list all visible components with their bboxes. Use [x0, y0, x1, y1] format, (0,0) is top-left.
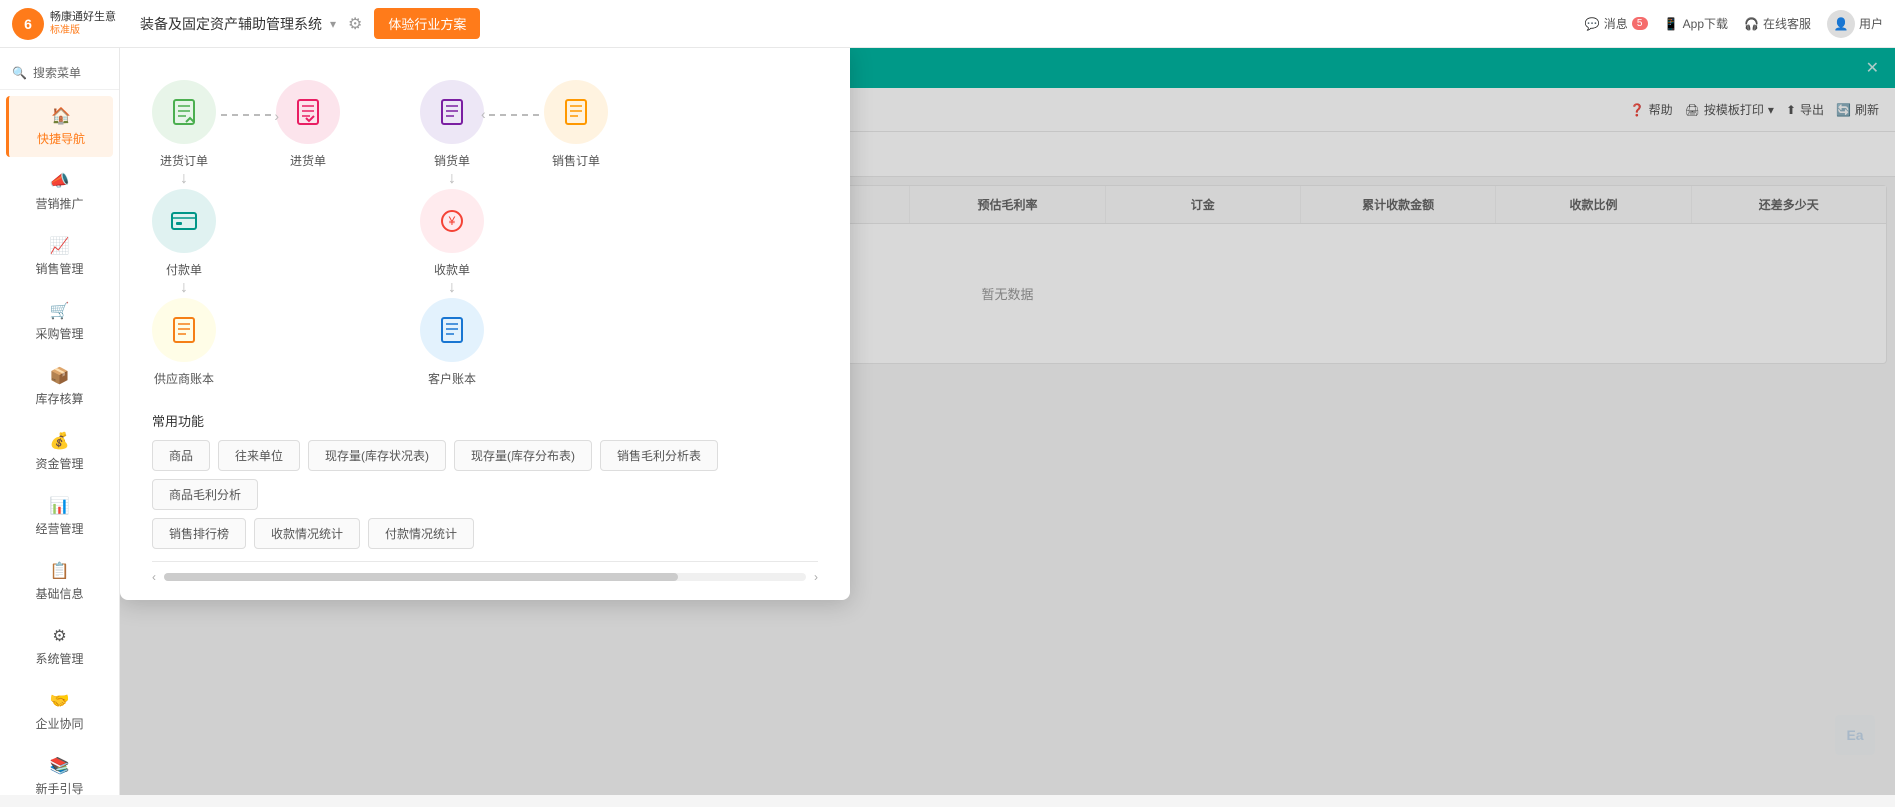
enterprise-icon: 🤝 — [50, 691, 70, 711]
cf-buttons-row1: 商品 往来单位 现存量(库存状况表) 现存量(库存分布表) 销售毛利分析表 商品… — [152, 440, 818, 510]
supplier-account-node[interactable]: 供应商账本 — [152, 298, 216, 387]
main-layout: 🔍 搜索菜单 🏠 快捷导航 📣 营销推广 📈 销售管理 🛒 采购管理 📦 库存核… — [0, 48, 1895, 795]
sales-order-label: 销售订单 — [552, 152, 600, 169]
cf-btn-sales-profit[interactable]: 销售毛利分析表 — [600, 440, 718, 471]
purchase-order-node[interactable]: 进货订单 — [152, 80, 216, 169]
purchase-order-circle — [152, 80, 216, 144]
receipt-circle: ¥ — [420, 189, 484, 253]
scroll-right-icon[interactable]: › — [814, 570, 818, 584]
sales-receipt-label: 销货单 — [434, 152, 470, 169]
sidebar-item-guide[interactable]: 📚 新手引导 — [6, 746, 113, 807]
payment-label: 付款单 — [166, 261, 202, 278]
message-icon: 💬 — [1585, 17, 1600, 31]
service-icon: 🎧 — [1744, 17, 1759, 31]
modal-scrollbar: ‹ › — [152, 561, 818, 584]
cf-btn-product-profit[interactable]: 商品毛利分析 — [152, 479, 258, 510]
sales-receipt-circle — [420, 80, 484, 144]
supplier-account-circle — [152, 298, 216, 362]
avatar: 👤 — [1827, 10, 1855, 38]
cf-btn-receipt-stats[interactable]: 收款情况统计 — [254, 518, 360, 549]
receipt-node[interactable]: ¥ 收款单 — [420, 189, 484, 278]
payment-circle — [152, 189, 216, 253]
purchase-order-label: 进货订单 — [160, 152, 208, 169]
cf-buttons-row2: 销售排行榜 收款情况统计 付款情况统计 — [152, 518, 818, 549]
cf-btn-stock-status[interactable]: 现存量(库存状况表) — [308, 440, 446, 471]
home-icon: 🏠 — [51, 106, 71, 126]
search-icon: 🔍 — [12, 66, 27, 80]
scroll-thumb — [164, 573, 678, 581]
sales-order-node[interactable]: 销售订单 — [544, 80, 608, 169]
system-icon: ⚙ — [52, 626, 66, 646]
logo-area: 6 畅康通好生意 标准版 — [12, 8, 132, 40]
app-icon: 📱 — [1664, 17, 1679, 31]
common-functions: 常用功能 商品 往来单位 现存量(库存状况表) 现存量(库存分布表) 销售毛利分… — [152, 411, 818, 549]
payment-node[interactable]: 付款单 — [152, 189, 216, 278]
sales-receipt-node[interactable]: 销货单 — [420, 80, 484, 169]
system-dropdown-icon[interactable]: ▾ — [330, 17, 336, 31]
svg-text:¥: ¥ — [448, 214, 456, 228]
user-button[interactable]: 👤 用户 — [1827, 10, 1883, 38]
search-menu-button[interactable]: 🔍 搜索菜单 — [0, 56, 119, 90]
cf-btn-payment-stats[interactable]: 付款情况统计 — [368, 518, 474, 549]
basic-info-icon: 📋 — [50, 561, 70, 581]
sidebar-item-purchase[interactable]: 🛒 采购管理 — [6, 291, 113, 352]
arrow-down-4: ↓ — [448, 280, 456, 296]
sidebar-item-system[interactable]: ⚙ 系统管理 — [6, 616, 113, 677]
sidebar-item-operations[interactable]: 📊 经营管理 — [6, 486, 113, 547]
sidebar-item-marketing[interactable]: 📣 营销推广 — [6, 161, 113, 222]
sidebar-item-sales[interactable]: 📈 销售管理 — [6, 226, 113, 287]
arrow-down-2: ↓ — [180, 280, 188, 296]
trial-button[interactable]: 体验行业方案 — [374, 8, 480, 39]
message-badge: 5 — [1632, 17, 1648, 30]
customer-account-circle — [420, 298, 484, 362]
sidebar-item-enterprise[interactable]: 🤝 企业协同 — [6, 681, 113, 742]
marketing-icon: 📣 — [50, 171, 70, 191]
common-functions-title: 常用功能 — [152, 411, 818, 430]
arrow-down-3: ↓ — [448, 171, 456, 187]
guide-icon: 📚 — [50, 756, 70, 776]
header-right: 💬 消息 5 📱 App下载 🎧 在线客服 👤 用户 — [1585, 10, 1883, 38]
inventory-icon: 📦 — [50, 366, 70, 386]
quick-nav-modal: 进货订单 ↓ 付款单 ↓ — [120, 48, 850, 600]
customer-account-node[interactable]: 客户账本 — [420, 298, 484, 387]
scroll-track[interactable] — [164, 573, 806, 581]
cf-btn-product[interactable]: 商品 — [152, 440, 210, 471]
purchase-receipt-label: 进货单 — [290, 152, 326, 169]
sidebar-item-inventory[interactable]: 📦 库存核算 — [6, 356, 113, 417]
message-button[interactable]: 💬 消息 5 — [1585, 15, 1648, 32]
top-header: 6 畅康通好生意 标准版 装备及固定资产辅助管理系统 ▾ ⚙ 体验行业方案 💬 … — [0, 0, 1895, 48]
operations-icon: 📊 — [50, 496, 70, 516]
sales-icon: 📈 — [50, 236, 70, 256]
app-download-button[interactable]: 📱 App下载 — [1664, 15, 1728, 32]
logo-icon: 6 — [12, 8, 44, 40]
online-service-button[interactable]: 🎧 在线客服 — [1744, 15, 1811, 32]
purchase-receipt-node[interactable]: 进货单 — [276, 80, 340, 169]
supplier-account-label: 供应商账本 — [154, 370, 214, 387]
receipt-label: 收款单 — [434, 261, 470, 278]
finance-icon: 💰 — [50, 431, 70, 451]
system-name-label: 装备及固定资产辅助管理系统 — [140, 14, 322, 34]
purchase-icon: 🛒 — [50, 301, 70, 321]
cf-btn-stock-dist[interactable]: 现存量(库存分布表) — [454, 440, 592, 471]
sales-order-circle — [544, 80, 608, 144]
logo-text: 畅康通好生意 标准版 — [50, 10, 116, 37]
sidebar-item-quick-nav[interactable]: 🏠 快捷导航 — [6, 96, 113, 157]
sidebar-item-finance[interactable]: 💰 资金管理 — [6, 421, 113, 482]
scroll-left-icon[interactable]: ‹ — [152, 570, 156, 584]
purchase-receipt-circle — [276, 80, 340, 144]
gear-icon[interactable]: ⚙ — [344, 10, 366, 38]
modal-overlay: 进货订单 ↓ 付款单 ↓ — [120, 48, 1895, 795]
cf-btn-sales-rank[interactable]: 销售排行榜 — [152, 518, 246, 549]
arrow-down-1: ↓ — [180, 171, 188, 187]
sidebar: 🔍 搜索菜单 🏠 快捷导航 📣 营销推广 📈 销售管理 🛒 采购管理 📦 库存核… — [0, 48, 120, 795]
cf-btn-partner[interactable]: 往来单位 — [218, 440, 300, 471]
sidebar-item-basic-info[interactable]: 📋 基础信息 — [6, 551, 113, 612]
system-title: 装备及固定资产辅助管理系统 ▾ ⚙ 体验行业方案 — [132, 8, 1585, 39]
content-area: 首页 销售订单执行表 ✕ ✕ ❓ 帮助 🖨 按模板打印 ▾ ⬆ 导出 — [120, 48, 1895, 795]
customer-account-label: 客户账本 — [428, 370, 476, 387]
